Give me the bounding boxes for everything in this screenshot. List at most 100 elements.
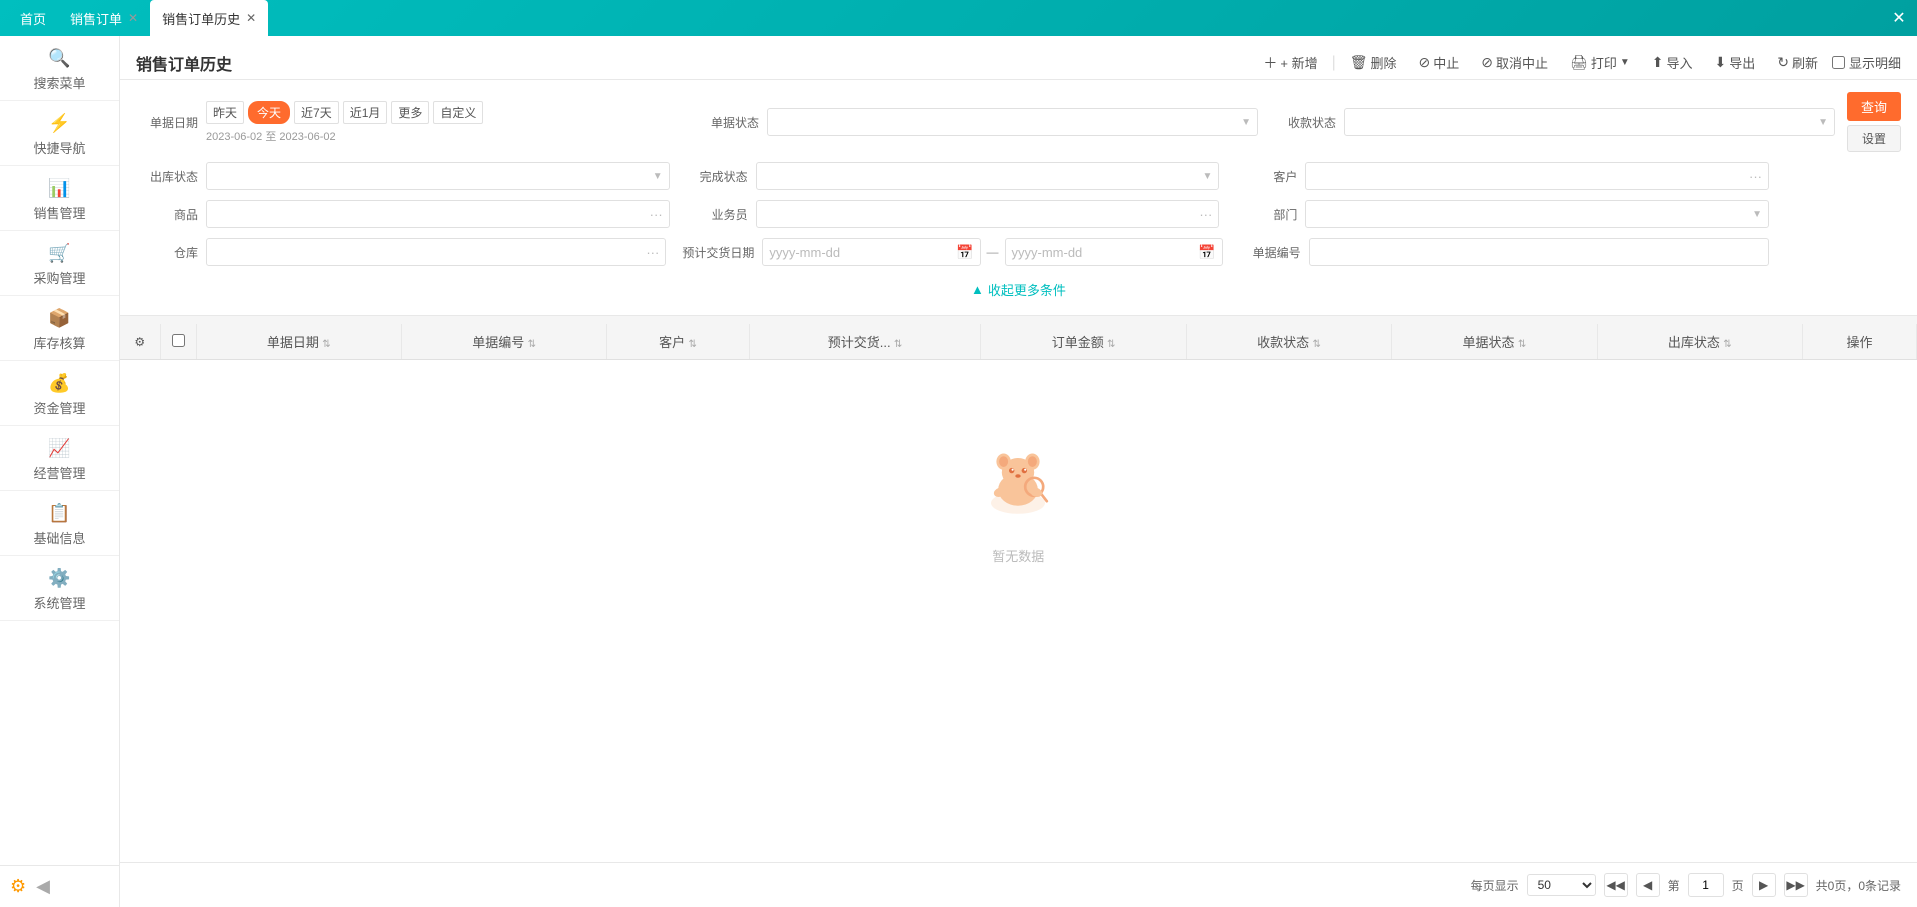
date-btn-custom[interactable]: 自定义 [433,101,483,124]
payment-status-label: 收款状态 [1274,114,1344,131]
salesperson-label: 业务员 [686,206,756,223]
warehouse-input[interactable]: ··· [206,238,666,266]
pagination: 每页显示 50 10 20 100 ◀◀ ◀ 第 页 ▶ ▶▶ 共0页，0条记录 [120,862,1917,907]
customer-dots: ··· [1749,169,1762,184]
th-checkbox[interactable] [160,324,196,360]
goods-dots: ··· [650,207,663,222]
window-close-button[interactable]: ✕ [1889,8,1909,28]
display-detail-checkbox[interactable] [1832,56,1845,69]
print-button[interactable]: 🖨 打印 ▼ [1562,49,1638,76]
stop-button[interactable]: ⊘ 中止 [1411,49,1468,76]
tab-sales-order-label: 销售订单 [70,9,122,28]
sort-expected-delivery-icon: ⇅ [894,339,902,350]
order-no-input[interactable] [1309,238,1769,266]
delete-button[interactable]: 🗑 删除 [1342,49,1405,76]
sidebar-item-operations[interactable]: 📈 经营管理 [0,426,119,491]
first-page-button[interactable]: ◀◀ [1604,873,1628,897]
cancel-stop-button[interactable]: ⊘ 取消中止 [1473,49,1556,76]
sort-order-status-icon: ⇅ [1518,339,1526,350]
per-page-select[interactable]: 50 10 20 100 [1527,874,1596,896]
search-menu-icon: 🔍 [48,48,70,69]
date-btn-1month[interactable]: 近1月 [343,101,388,124]
add-button[interactable]: ＋ + 新增 [1255,49,1325,77]
table-body: 暂无数据 [120,360,1917,646]
export-icon: ⬇ [1714,54,1726,71]
tab-sales-order-history[interactable]: 销售订单历史 ✕ [150,0,268,36]
collapse-icon: ▲ [971,282,984,297]
calendar-to-icon[interactable]: 📅 [1198,244,1215,261]
th-order-status-label: 单据状态 [1463,335,1515,350]
complete-status-select[interactable]: ▼ [756,162,1220,190]
empty-state: 暂无数据 [120,360,1917,645]
date-range-display: 2023-06-02 至 2023-06-02 [206,128,336,144]
sidebar-item-inventory[interactable]: 📦 库存核算 [0,296,119,361]
sidebar-item-search-menu[interactable]: 🔍 搜索菜单 [0,36,119,101]
out-status-select[interactable]: ▼ [206,162,670,190]
refresh-button[interactable]: ↻ 刷新 [1769,49,1826,76]
th-order-date[interactable]: 单据日期 ⇅ [196,324,401,360]
th-expected-delivery[interactable]: 预计交货... ⇅ [749,324,981,360]
customer-input[interactable]: ··· [1305,162,1769,190]
th-customer-label: 客户 [659,335,685,350]
tab-sales-order-history-close[interactable]: ✕ [246,11,256,25]
sidebar-collapse-icon[interactable]: ◀ [36,876,50,897]
filter-area: 单据日期 昨天 今天 近7天 近1月 更多 自定义 2023-06-02 至 2… [120,80,1917,316]
empty-row: 暂无数据 [120,360,1917,646]
export-button[interactable]: ⬇ 导出 [1706,49,1763,76]
tab-sales-order-close[interactable]: ✕ [128,11,138,25]
sidebar-item-sales-mgmt-label: 销售管理 [33,203,85,222]
expected-delivery-control: yyyy-mm-dd 📅 — yyyy-mm-dd 📅 [762,238,1222,266]
last-page-button[interactable]: ▶▶ [1784,873,1808,897]
filter-row-2: 出库状态 ▼ 完成状态 ▼ 客户 ··· [136,162,1901,190]
select-all-checkbox[interactable] [172,334,185,347]
sidebar-item-sales-mgmt[interactable]: 📊 销售管理 [0,166,119,231]
date-from-input[interactable]: yyyy-mm-dd 📅 [762,238,980,266]
export-label: 导出 [1729,53,1755,72]
next-page-button[interactable]: ▶ [1752,873,1776,897]
import-button[interactable]: ⬆ 导入 [1644,49,1701,76]
sidebar-item-basic-info-label: 基础信息 [33,528,85,547]
th-out-status[interactable]: 出库状态 ⇅ [1597,324,1802,360]
th-expected-delivery-label: 预计交货... [828,335,891,350]
salesperson-input[interactable]: ··· [756,200,1220,228]
order-status-select[interactable]: ▼ [767,108,1258,136]
query-button[interactable]: 查询 [1847,92,1901,121]
empty-illustration [973,440,1063,530]
date-filter-control: 昨天 今天 近7天 近1月 更多 自定义 2023-06-02 至 2023-0… [206,101,697,144]
th-order-no[interactable]: 单据编号 ⇅ [401,324,606,360]
date-buttons: 昨天 今天 近7天 近1月 更多 自定义 [206,101,483,124]
tab-home[interactable]: 首页 [8,0,58,36]
sort-order-date-icon: ⇅ [322,339,330,350]
goods-input[interactable]: ··· [206,200,670,228]
th-payment-status[interactable]: 收款状态 ⇅ [1186,324,1391,360]
salesperson-control: ··· [756,200,1220,228]
th-customer[interactable]: 客户 ⇅ [607,324,749,360]
date-btn-today[interactable]: 今天 [248,101,290,124]
calendar-from-icon[interactable]: 📅 [956,244,973,261]
payment-status-select[interactable]: ▼ [1344,108,1835,136]
th-order-amount[interactable]: 订单金额 ⇅ [981,324,1186,360]
collapse-button[interactable]: ▲ 收起更多条件 [136,276,1901,303]
prev-page-button[interactable]: ◀ [1636,873,1660,897]
sidebar-item-quick-nav[interactable]: ⚡ 快捷导航 [0,101,119,166]
stop-icon: ⊘ [1419,54,1431,71]
sidebar-item-basic-info[interactable]: 📋 基础信息 [0,491,119,556]
date-to-input[interactable]: yyyy-mm-dd 📅 [1005,238,1223,266]
sidebar-item-finance[interactable]: 💰 资金管理 [0,361,119,426]
th-settings[interactable]: ⚙ [120,324,160,360]
sidebar-item-purchase-mgmt[interactable]: 🛒 采购管理 [0,231,119,296]
settings-query-button[interactable]: 设置 [1847,125,1901,152]
th-order-status[interactable]: 单据状态 ⇅ [1392,324,1597,360]
department-select[interactable]: ▼ [1305,200,1769,228]
complete-status-control: ▼ [756,162,1220,190]
sort-payment-status-icon: ⇅ [1312,339,1320,350]
date-btn-yesterday[interactable]: 昨天 [206,101,244,124]
sidebar-item-system[interactable]: ⚙️ 系统管理 [0,556,119,621]
system-icon: ⚙️ [48,568,70,589]
page-input[interactable] [1688,873,1724,897]
date-btn-more[interactable]: 更多 [391,101,429,124]
tab-sales-order[interactable]: 销售订单 ✕ [58,0,150,36]
sidebar-settings-icon[interactable]: ⚙ [10,876,26,897]
date-btn-7days[interactable]: 近7天 [294,101,339,124]
stop-label: 中止 [1433,53,1459,72]
